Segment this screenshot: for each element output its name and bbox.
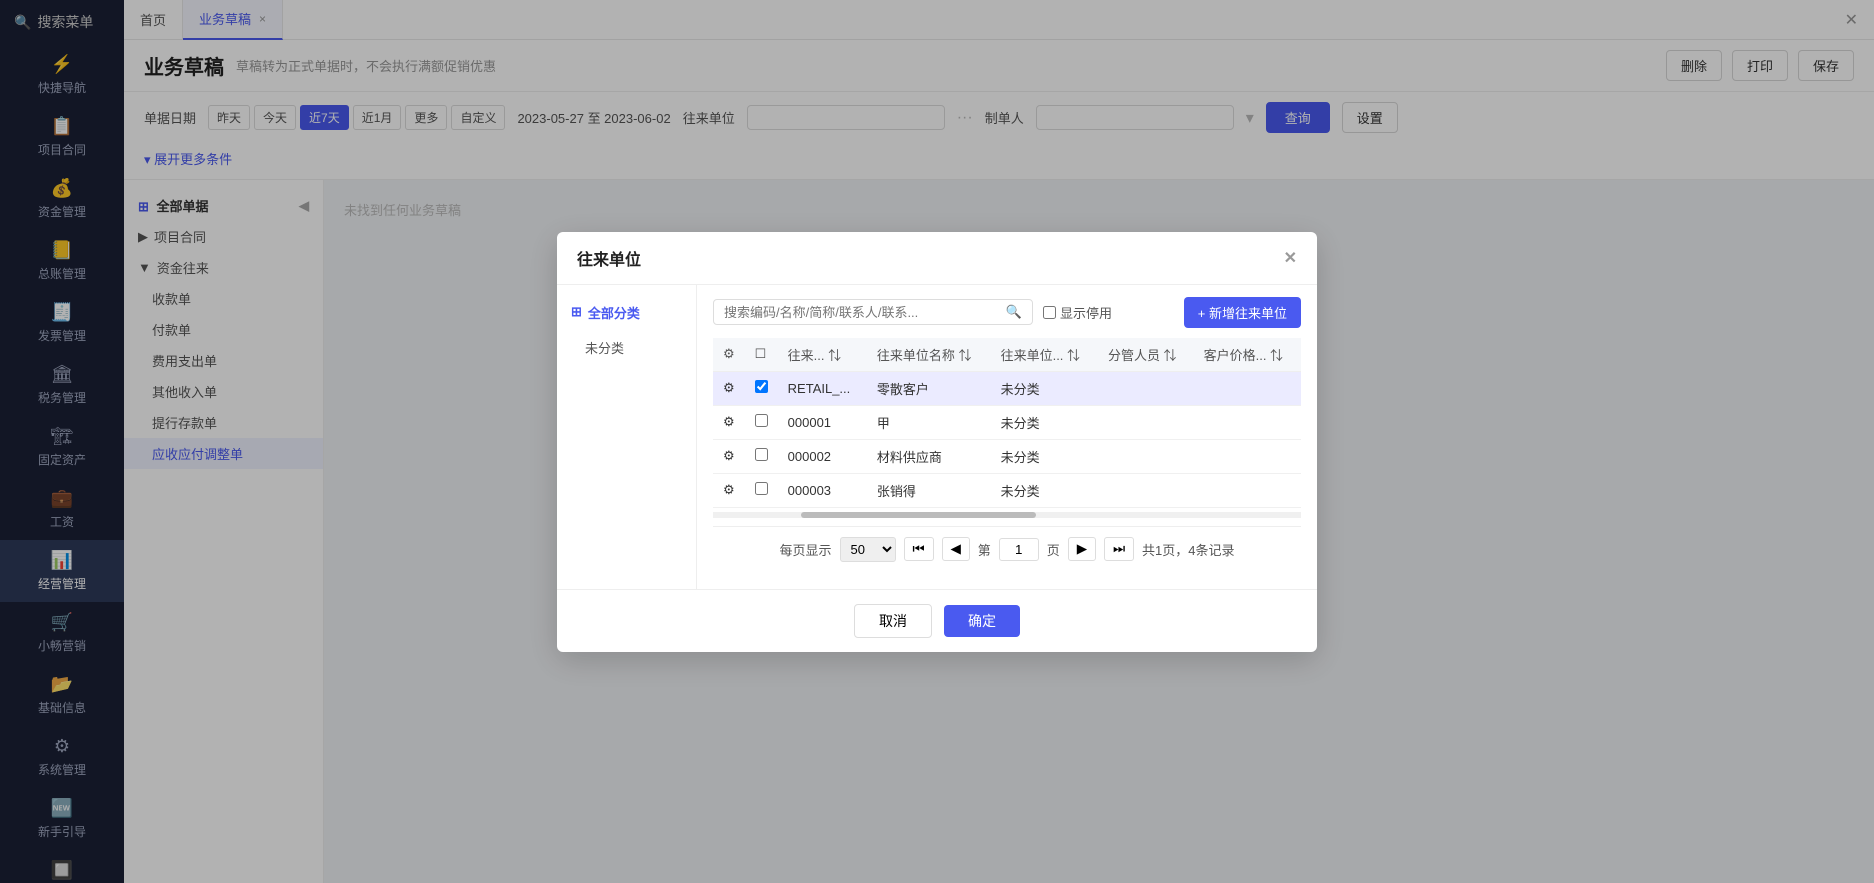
counterparty-modal: 往来单位 ✕ ⊞ 全部分类 未分类 🔍 (557, 232, 1317, 652)
total-label: 共1页，4条记录 (1142, 540, 1234, 559)
col-code: 往来... ⇅ (778, 338, 867, 372)
page-number-input[interactable] (999, 538, 1039, 561)
scrollbar-thumb (801, 512, 1036, 518)
row-check[interactable] (745, 473, 778, 507)
row-code: 000002 (778, 439, 867, 473)
add-counterparty-button[interactable]: + 新增往来单位 (1184, 297, 1301, 328)
modal-toolbar: 🔍 显示停用 + 新增往来单位 (713, 297, 1301, 328)
col-check: ☐ (745, 338, 778, 372)
row-category: 未分类 (991, 405, 1098, 439)
col-category: 往来单位... ⇅ (991, 338, 1098, 372)
row-price (1194, 439, 1301, 473)
row-price (1194, 405, 1301, 439)
page-label-post: 页 (1047, 540, 1060, 559)
modal-header: 往来单位 ✕ (557, 232, 1317, 285)
modal-category-unclassified[interactable]: 未分类 (557, 330, 696, 365)
table-row[interactable]: ⚙ 000001 甲 未分类 (713, 405, 1301, 439)
modal-body: ⊞ 全部分类 未分类 🔍 显示停用 (557, 285, 1317, 589)
search-icon: 🔍 (1006, 304, 1022, 320)
row-manager (1098, 371, 1194, 405)
per-page-label: 每页显示 (779, 540, 831, 559)
last-page-btn[interactable]: ⏭ (1104, 537, 1134, 561)
row-manager (1098, 439, 1194, 473)
modal-table-scroll[interactable]: ⚙ ☐ 往来... ⇅ 往来单位名称 ⇅ 往来单位... ⇅ 分管人员 ⇅ 客户… (713, 338, 1301, 508)
table-row[interactable]: ⚙ 000002 材料供应商 未分类 (713, 439, 1301, 473)
table-row[interactable]: ⚙ RETAIL_... 零散客户 未分类 (713, 371, 1301, 405)
modal-footer: 取消 确定 (557, 589, 1317, 652)
modal-close-icon[interactable]: ✕ (1284, 248, 1297, 268)
row-settings[interactable]: ⚙ (713, 439, 745, 473)
row-name: 张销得 (867, 473, 991, 507)
counterparty-table: ⚙ ☐ 往来... ⇅ 往来单位名称 ⇅ 往来单位... ⇅ 分管人员 ⇅ 客户… (713, 338, 1301, 508)
row-category: 未分类 (991, 371, 1098, 405)
next-page-btn[interactable]: ▶ (1068, 537, 1096, 561)
row-manager (1098, 405, 1194, 439)
modal-pagination: 每页显示 50 20 100 ⏮ ◀ 第 页 ▶ ⏭ 共1页，4条记录 (713, 526, 1301, 572)
row-code: 000003 (778, 473, 867, 507)
cancel-button[interactable]: 取消 (854, 604, 932, 638)
horizontal-scrollbar[interactable] (713, 512, 1301, 518)
modal-overlay[interactable]: 往来单位 ✕ ⊞ 全部分类 未分类 🔍 (0, 0, 1874, 883)
confirm-button[interactable]: 确定 (944, 605, 1020, 637)
row-settings[interactable]: ⚙ (713, 371, 745, 405)
col-name: 往来单位名称 ⇅ (867, 338, 991, 372)
modal-left-panel: ⊞ 全部分类 未分类 (557, 285, 697, 589)
per-page-select[interactable]: 50 20 100 (840, 537, 896, 562)
row-name: 材料供应商 (867, 439, 991, 473)
row-category: 未分类 (991, 473, 1098, 507)
row-price (1194, 371, 1301, 405)
row-settings[interactable]: ⚙ (713, 405, 745, 439)
table-header-row: ⚙ ☐ 往来... ⇅ 往来单位名称 ⇅ 往来单位... ⇅ 分管人员 ⇅ 客户… (713, 338, 1301, 372)
row-settings[interactable]: ⚙ (713, 473, 745, 507)
modal-table-body: ⚙ RETAIL_... 零散客户 未分类 ⚙ 000001 甲 未分类 ⚙ 0… (713, 371, 1301, 507)
counterparty-search-box[interactable]: 🔍 (713, 299, 1033, 325)
row-check[interactable] (745, 405, 778, 439)
modal-category-all[interactable]: ⊞ 全部分类 (557, 295, 696, 330)
row-manager (1098, 473, 1194, 507)
col-settings: ⚙ (713, 338, 745, 372)
col-manager: 分管人员 ⇅ (1098, 338, 1194, 372)
show-disabled-checkbox[interactable] (1043, 306, 1056, 319)
table-row[interactable]: ⚙ 000003 张销得 未分类 (713, 473, 1301, 507)
row-name: 零散客户 (867, 371, 991, 405)
show-disabled-label[interactable]: 显示停用 (1043, 303, 1112, 322)
row-name: 甲 (867, 405, 991, 439)
page-label-pre: 第 (978, 540, 991, 559)
col-price: 客户价格... ⇅ (1194, 338, 1301, 372)
row-category: 未分类 (991, 439, 1098, 473)
row-code: RETAIL_... (778, 371, 867, 405)
row-check[interactable] (745, 439, 778, 473)
counterparty-search-input[interactable] (724, 305, 1000, 320)
prev-page-btn[interactable]: ◀ (942, 537, 970, 561)
modal-right-panel: 🔍 显示停用 + 新增往来单位 ⚙ ☐ 往来... (697, 285, 1317, 589)
first-page-btn[interactable]: ⏮ (904, 537, 934, 561)
row-price (1194, 473, 1301, 507)
row-code: 000001 (778, 405, 867, 439)
row-check[interactable] (745, 371, 778, 405)
modal-title: 往来单位 (577, 246, 641, 270)
